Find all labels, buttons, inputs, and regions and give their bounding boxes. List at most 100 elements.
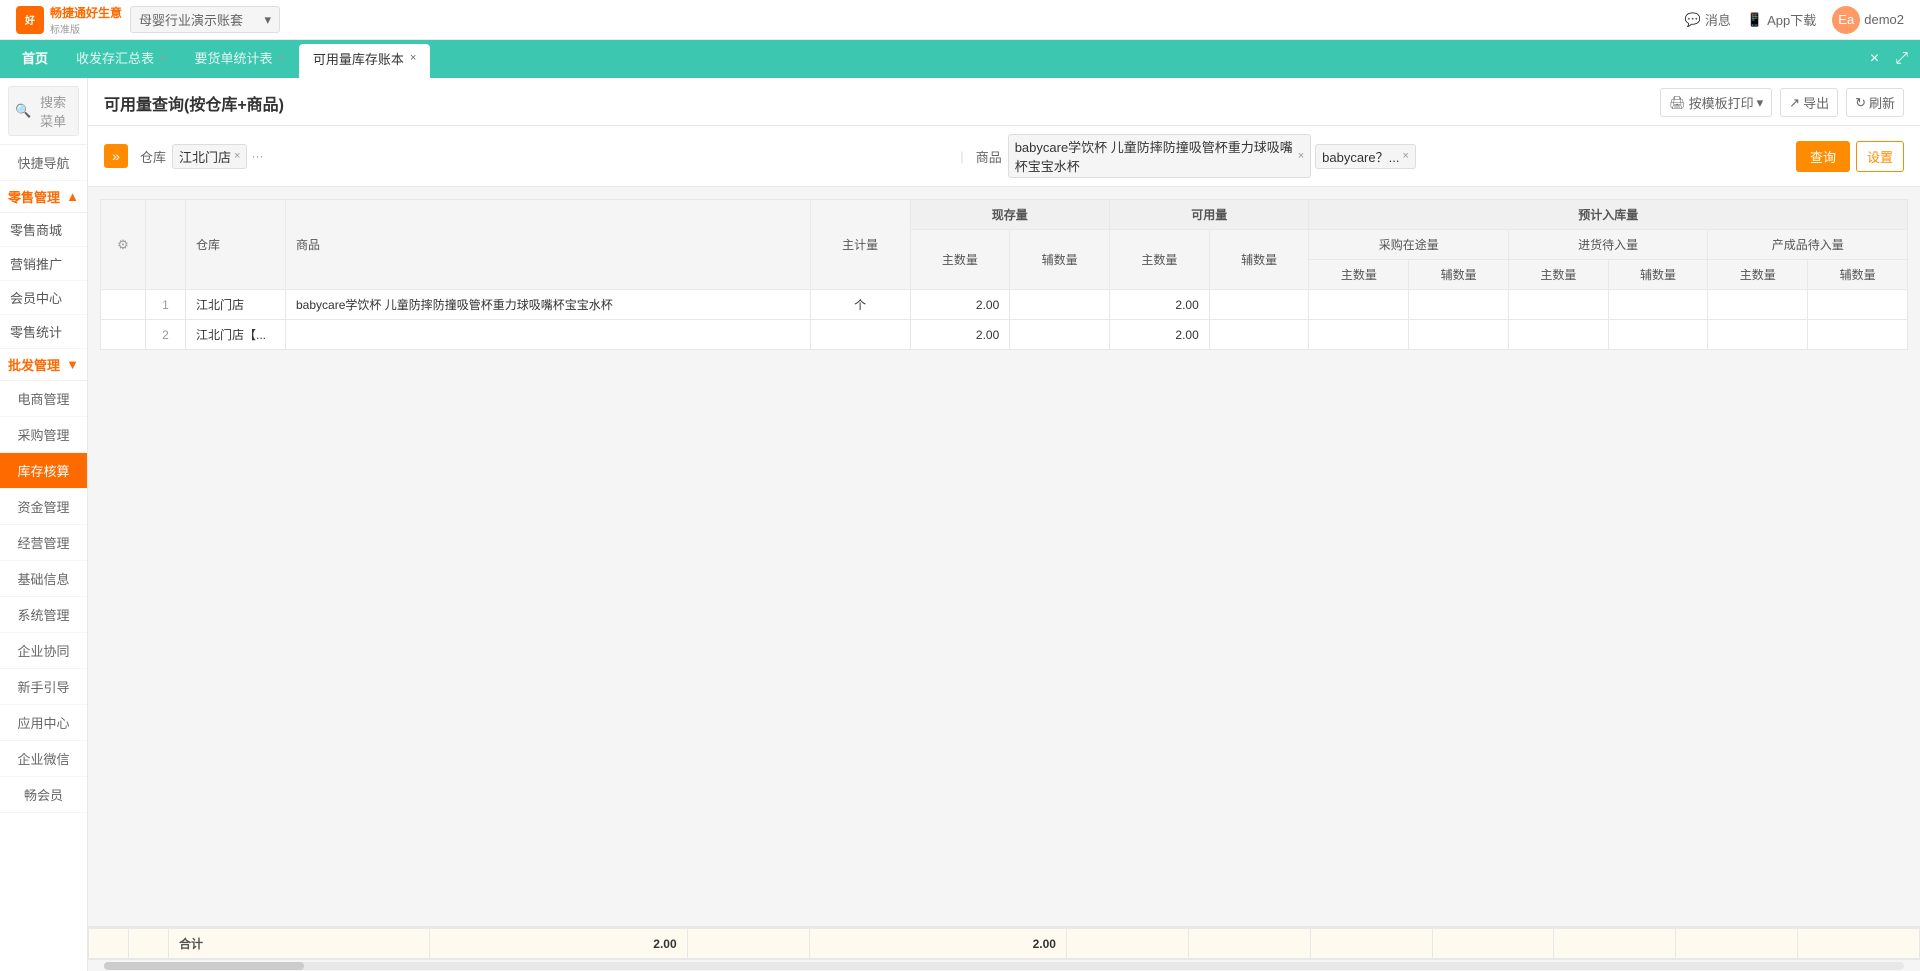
product-tag-1-close[interactable]: ×: [1298, 150, 1304, 162]
industry-select[interactable]: 母婴行业演示账套 ▾: [130, 6, 280, 33]
th-stock-aux: 辅数量: [1010, 230, 1110, 290]
main-layout: 🔍 搜索菜单 快捷导航 零售管理 ▲ 零售商城 营销推广 会员中心 零售统计 批…: [0, 78, 1920, 971]
row-seq: 1: [146, 290, 186, 320]
chevron-down-icon: ▾: [264, 12, 271, 28]
summary-incoming-aux: [1554, 929, 1676, 959]
close-all-tabs[interactable]: ×: [1866, 50, 1883, 68]
setting-btn[interactable]: 设置: [1856, 141, 1904, 172]
search-menu-btn[interactable]: 🔍 搜索菜单: [8, 86, 79, 136]
summary-settings-cell: [89, 929, 129, 959]
tab-order-stats[interactable]: 要货单统计表 ×: [180, 40, 298, 78]
summary-available-main: 2.00: [809, 929, 1066, 959]
search-icon: 🔍: [15, 103, 31, 119]
sidebar-item-wholesale-mgmt[interactable]: 批发管理 ▼: [0, 349, 87, 381]
row-incoming-main: [1508, 290, 1608, 320]
th-unit: 主计量: [810, 200, 910, 290]
table-footer: 合计 2.00 2.00: [88, 926, 1920, 959]
th-available-group: 可用量: [1110, 200, 1309, 230]
data-table: ⚙ 仓库 商品 主计量 现存量 可用量 预计入库量 主数量 辅数量 主数量: [100, 199, 1908, 350]
tab-receipts[interactable]: 收发存汇总表 ×: [62, 40, 180, 78]
sidebar-item-member-center[interactable]: 会员中心: [0, 281, 87, 315]
sidebar-item-new-guide[interactable]: 新手引导: [0, 669, 87, 705]
table-row: 2 江北门店【... 2.00 2.00: [101, 320, 1908, 350]
export-icon: ↗: [1789, 95, 1800, 111]
sidebar-item-enterprise-collab[interactable]: 企业协同: [0, 633, 87, 669]
sidebar-item-purchase[interactable]: 采购管理: [0, 417, 87, 453]
product-filter-label: 商品: [976, 147, 1002, 166]
tab-order-stats-close[interactable]: ×: [278, 52, 284, 64]
sidebar-item-enterprise-wechat[interactable]: 企业微信: [0, 741, 87, 777]
sidebar-item-app-center[interactable]: 应用中心: [0, 705, 87, 741]
th-product: 商品: [286, 200, 811, 290]
content-area: 可用量查询(按仓库+商品) 🖨 按模板打印 ▾ ↗ 导出 ↻ 刷新 »: [88, 78, 1920, 971]
tab-home[interactable]: 首页: [8, 40, 62, 78]
sidebar-item-vip[interactable]: 畅会员: [0, 777, 87, 813]
refresh-btn[interactable]: ↻ 刷新: [1846, 88, 1904, 117]
th-warehouse: 仓库: [186, 200, 286, 290]
settings-icon[interactable]: ⚙: [111, 233, 135, 257]
tab-available-stock-close[interactable]: ×: [410, 52, 416, 64]
sidebar-item-ecommerce[interactable]: 电商管理: [0, 381, 87, 417]
th-available-aux: 辅数量: [1209, 230, 1309, 290]
sidebar-item-system[interactable]: 系统管理: [0, 597, 87, 633]
row-product: [286, 320, 811, 350]
warehouse-tag-jiangbei[interactable]: 江北门店 ×: [172, 144, 247, 169]
th-incoming-aux: 辅数量: [1608, 260, 1708, 290]
summary-stock-aux: [687, 929, 809, 959]
user-menu[interactable]: Ea demo2: [1832, 6, 1904, 34]
sidebar-item-inventory[interactable]: 库存核算: [0, 453, 87, 489]
filter-expand-btn[interactable]: »: [104, 144, 128, 168]
th-purchase-group: 采购在途量: [1309, 230, 1508, 260]
messages-btn[interactable]: 💬 消息: [1685, 10, 1731, 29]
th-seq: [146, 200, 186, 290]
summary-table: 合计 2.00 2.00: [88, 928, 1920, 959]
sidebar-item-finance[interactable]: 资金管理: [0, 489, 87, 525]
sidebar-item-retail-mall[interactable]: 零售商城: [0, 213, 87, 247]
tab-available-stock[interactable]: 可用量库存账本 ×: [299, 44, 430, 78]
warehouse-filter-more[interactable]: ···: [251, 149, 263, 163]
row-production-main: [1708, 290, 1808, 320]
product-tag-1[interactable]: babycare学饮杯 儿童防摔防撞吸管杯重力球吸嘴杯宝宝水杯 ×: [1008, 134, 1311, 178]
th-forecast-group: 预计入库量: [1309, 200, 1908, 230]
summary-seq-cell: [129, 929, 169, 959]
warehouse-tag-close[interactable]: ×: [234, 150, 240, 162]
sidebar-item-operations[interactable]: 经营管理: [0, 525, 87, 561]
nav-tabs: 首页 收发存汇总表 × 要货单统计表 × 可用量库存账本 × × ⤢: [0, 40, 1920, 78]
filter-bar: » 仓库 江北门店 × ··· | 商品 babycare学饮杯 儿童防摔防撞吸…: [88, 126, 1920, 187]
product-tag-2-close[interactable]: ×: [1402, 150, 1408, 162]
page-header: 可用量查询(按仓库+商品) 🖨 按模板打印 ▾ ↗ 导出 ↻ 刷新: [88, 78, 1920, 126]
export-btn[interactable]: ↗ 导出: [1780, 88, 1838, 117]
dropdown-icon: ▾: [1757, 95, 1764, 111]
top-bar: 好 畅捷通好生意 标准版 母婴行业演示账套 ▾ 💬 消息 📱 App下载 Ea …: [0, 0, 1920, 40]
th-production-aux: 辅数量: [1808, 260, 1908, 290]
template-print-btn[interactable]: 🖨 按模板打印 ▾: [1660, 88, 1772, 117]
row-warehouse: 江北门店【...: [186, 320, 286, 350]
sidebar-item-retail-stats[interactable]: 零售统计: [0, 315, 87, 349]
row-available-aux: [1209, 290, 1309, 320]
top-bar-left: 好 畅捷通好生意 标准版 母婴行业演示账套 ▾: [16, 4, 280, 36]
sidebar-item-basic-info[interactable]: 基础信息: [0, 561, 87, 597]
query-btn[interactable]: 查询: [1796, 141, 1850, 172]
tab-receipts-close[interactable]: ×: [160, 52, 166, 64]
summary-production-aux: [1798, 929, 1920, 959]
top-bar-right: 💬 消息 📱 App下载 Ea demo2: [1685, 6, 1904, 34]
logo-text: 畅捷通好生意 标准版: [50, 4, 122, 36]
row-unit: 个: [810, 290, 910, 320]
row-seq: 2: [146, 320, 186, 350]
product-tag-2[interactable]: babycare？... ×: [1315, 144, 1416, 169]
th-incoming-main: 主数量: [1508, 260, 1608, 290]
warehouse-filter-tags: 江北门店 × ···: [172, 144, 948, 169]
sidebar-item-quick-nav[interactable]: 快捷导航: [0, 145, 87, 181]
summary-production-main: [1676, 929, 1798, 959]
row-available-aux: [1209, 320, 1309, 350]
summary-row: 合计 2.00 2.00: [89, 929, 1920, 959]
row-incoming-aux: [1608, 320, 1708, 350]
expand-btn[interactable]: ⤢: [1891, 50, 1912, 68]
th-stock-main: 主数量: [910, 230, 1010, 290]
sidebar-item-marketing[interactable]: 营销推广: [0, 247, 87, 281]
sidebar-item-retail-mgmt[interactable]: 零售管理 ▲: [0, 181, 87, 213]
logo-icon: 好: [16, 6, 44, 34]
row-stock-main: 2.00: [910, 320, 1010, 350]
scrollbar-thumb[interactable]: [104, 962, 304, 970]
app-download-btn[interactable]: 📱 App下载: [1747, 10, 1816, 29]
